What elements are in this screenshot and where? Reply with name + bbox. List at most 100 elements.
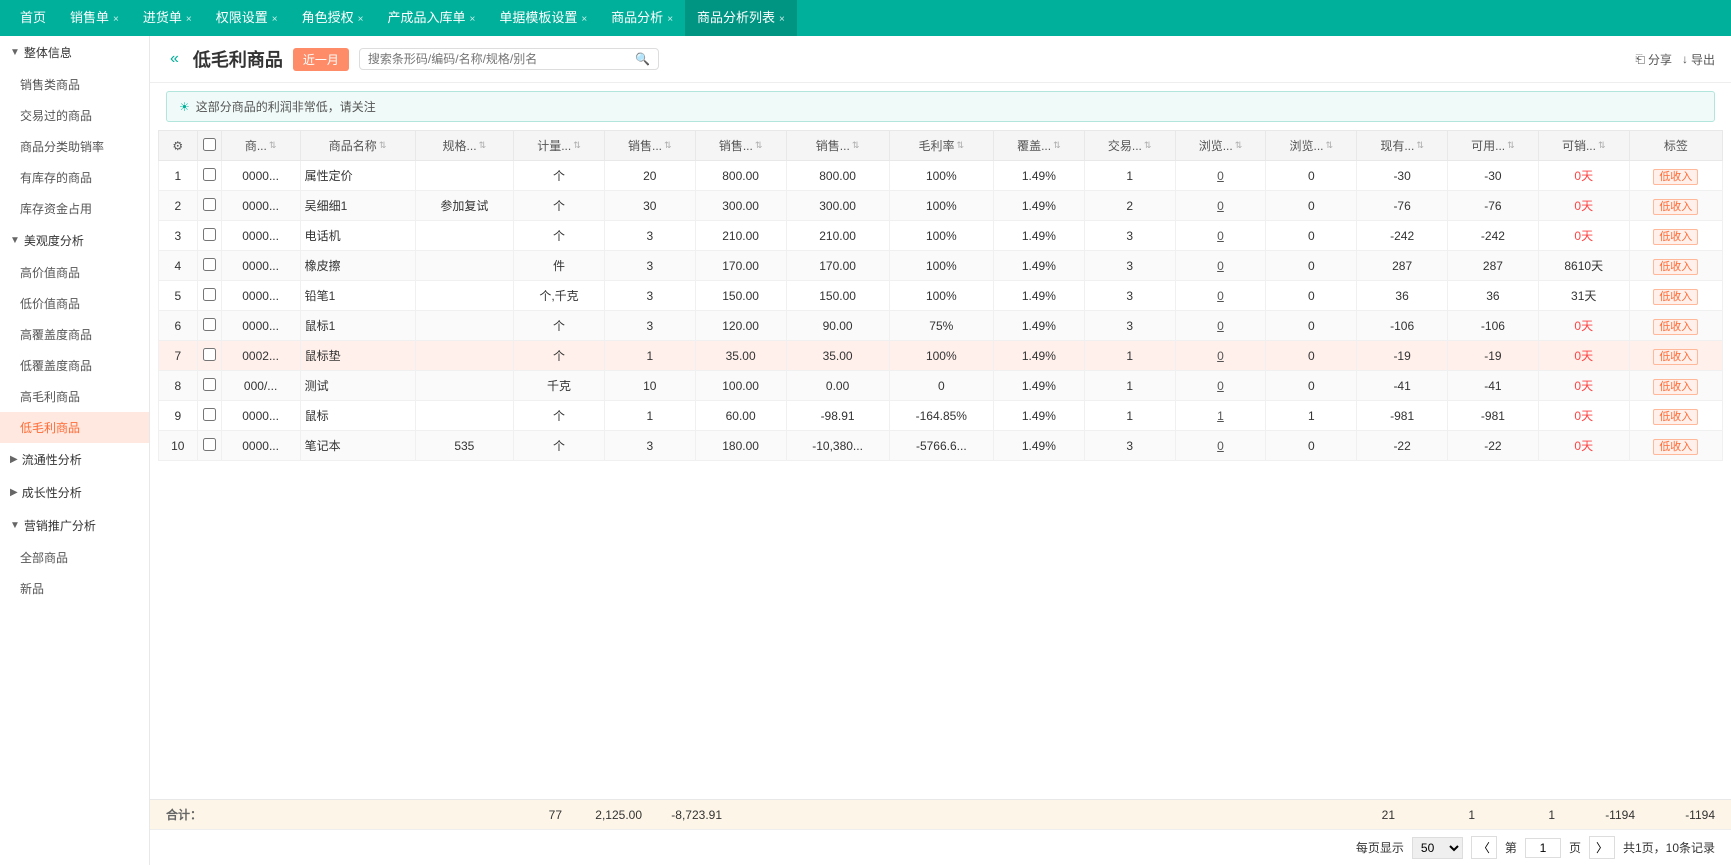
sort-icon-unit[interactable]: ⇅ (573, 140, 581, 151)
row-browse1[interactable]: 0 (1175, 371, 1266, 401)
row-checkbox[interactable] (203, 168, 216, 181)
sidebar-item-in-stock[interactable]: 有库存的商品 (0, 162, 149, 193)
nav-product-close[interactable]: × (469, 14, 475, 25)
nav-analysis-list[interactable]: 商品分析列表× (685, 0, 797, 36)
nav-product-stock[interactable]: 产成品入库单× (375, 0, 487, 36)
next-page-button[interactable]: 〉 (1589, 836, 1615, 859)
share-button[interactable]: ⎗ 分享 (1635, 51, 1672, 68)
row-checkbox[interactable] (203, 198, 216, 211)
sidebar-collapse-button[interactable]: « (166, 50, 183, 68)
sort-icon-browse1[interactable]: ⇅ (1235, 140, 1243, 151)
nav-analysis-list-close[interactable]: × (779, 14, 785, 25)
nav-permissions[interactable]: 权限设置× (204, 0, 290, 36)
row-browse1[interactable]: 1 (1175, 401, 1266, 431)
sidebar-group-growth-title[interactable]: ▶ 成长性分析 (0, 476, 149, 509)
sidebar-item-traded-goods[interactable]: 交易过的商品 (0, 100, 149, 131)
nav-analysis-close[interactable]: × (667, 14, 673, 25)
row-sales-amount: 0.00 (786, 371, 889, 401)
row-checkbox[interactable] (203, 408, 216, 421)
per-page-select[interactable]: 50 100 200 (1412, 837, 1463, 859)
sort-icon[interactable]: ⇅ (269, 140, 277, 151)
nav-role-auth[interactable]: 角色授权× (290, 0, 376, 36)
sort-icon-browse2[interactable]: ⇅ (1326, 140, 1334, 151)
date-filter-button[interactable]: 近一月 (293, 48, 349, 71)
sidebar-item-low-value[interactable]: 低价值商品 (0, 288, 149, 319)
sidebar-group-circulation-title[interactable]: ▶ 流通性分析 (0, 443, 149, 476)
row-code: 0002... (221, 341, 300, 371)
nav-purchase-close[interactable]: × (186, 14, 192, 25)
nav-sales[interactable]: 销售单× (58, 0, 131, 36)
nav-product-analysis[interactable]: 商品分析× (599, 0, 685, 36)
sidebar-item-high-margin[interactable]: 高毛利商品 (0, 381, 149, 412)
table-body: 1 0000... 属性定价 个 20 800.00 800.00 100% 1… (159, 161, 1723, 461)
row-checkbox[interactable] (203, 258, 216, 271)
sort-icon-name[interactable]: ⇅ (379, 140, 387, 151)
row-browse1[interactable]: 0 (1175, 251, 1266, 281)
row-sales-price: 180.00 (695, 431, 786, 461)
row-browse1[interactable]: 0 (1175, 161, 1266, 191)
row-checkbox[interactable] (203, 378, 216, 391)
row-name: 属性定价 (300, 161, 415, 191)
row-transaction: 1 (1084, 401, 1175, 431)
select-all-checkbox[interactable] (203, 138, 216, 151)
nav-home[interactable]: 首页 (8, 0, 58, 36)
sidebar-item-high-value[interactable]: 高价值商品 (0, 257, 149, 288)
sidebar-item-high-coverage[interactable]: 高覆盖度商品 (0, 319, 149, 350)
th-settings[interactable]: ⚙ (159, 131, 198, 161)
sidebar-group-marketing-title[interactable]: ▼ 营销推广分析 (0, 509, 149, 542)
row-no: 5 (159, 281, 198, 311)
sidebar-item-all-goods[interactable]: 全部商品 (0, 542, 149, 573)
sidebar-group-overall-title[interactable]: ▼ 整体信息 (0, 36, 149, 69)
row-code: 0000... (221, 281, 300, 311)
nav-sales-close[interactable]: × (113, 14, 119, 25)
row-browse1[interactable]: 0 (1175, 341, 1266, 371)
row-checkbox[interactable] (203, 288, 216, 301)
page-input[interactable] (1525, 838, 1561, 858)
sidebar-item-category-rate[interactable]: 商品分类助销率 (0, 131, 149, 162)
export-button[interactable]: ↓ 导出 (1682, 51, 1715, 68)
sort-icon-price[interactable]: ⇅ (755, 140, 763, 151)
th-saleable: 可销...⇅ (1538, 131, 1629, 161)
row-checkbox[interactable] (203, 318, 216, 331)
page-title: 低毛利商品 (193, 46, 283, 72)
row-browse1[interactable]: 0 (1175, 311, 1266, 341)
row-browse1[interactable]: 0 (1175, 281, 1266, 311)
sidebar-item-low-margin[interactable]: 低毛利商品 (0, 412, 149, 443)
nav-role-close[interactable]: × (358, 14, 364, 25)
sidebar-group-beauty-title[interactable]: ▼ 美观度分析 (0, 224, 149, 257)
search-icon[interactable]: 🔍 (635, 52, 650, 66)
row-browse1[interactable]: 0 (1175, 191, 1266, 221)
sort-icon-gross[interactable]: ⇅ (957, 140, 965, 151)
sort-icon-qty[interactable]: ⇅ (664, 140, 672, 151)
sidebar-item-low-coverage[interactable]: 低覆盖度商品 (0, 350, 149, 381)
search-box: 🔍 (359, 48, 659, 70)
sidebar-item-new-goods[interactable]: 新品 (0, 573, 149, 604)
sort-icon-spec[interactable]: ⇅ (479, 140, 487, 151)
sort-icon-amount[interactable]: ⇅ (852, 140, 860, 151)
row-browse2: 0 (1266, 251, 1357, 281)
sort-icon-transaction[interactable]: ⇅ (1144, 140, 1152, 151)
table-row: 6 0000... 鼠标1 个 3 120.00 90.00 75% 1.49%… (159, 311, 1723, 341)
row-checkbox[interactable] (203, 228, 216, 241)
row-transaction: 1 (1084, 371, 1175, 401)
sidebar-item-sales-goods[interactable]: 销售类商品 (0, 69, 149, 100)
prev-page-button[interactable]: 〈 (1471, 836, 1497, 859)
sort-icon-coverage[interactable]: ⇅ (1053, 140, 1061, 151)
row-checkbox[interactable] (203, 438, 216, 451)
sort-icon-avail[interactable]: ⇅ (1507, 140, 1515, 151)
sort-icon-stock[interactable]: ⇅ (1416, 140, 1424, 151)
row-browse1[interactable]: 0 (1175, 221, 1266, 251)
row-checkbox[interactable] (203, 348, 216, 361)
row-available: -242 (1448, 221, 1539, 251)
nav-permissions-close[interactable]: × (272, 14, 278, 25)
row-browse1[interactable]: 0 (1175, 431, 1266, 461)
search-input[interactable] (368, 52, 631, 66)
nav-template-close[interactable]: × (581, 14, 587, 25)
row-sales-amount: -98.91 (786, 401, 889, 431)
row-spec (415, 281, 514, 311)
nav-purchase[interactable]: 进货单× (131, 0, 204, 36)
sidebar-item-stock-capital[interactable]: 库存资金占用 (0, 193, 149, 224)
sort-icon-saleable[interactable]: ⇅ (1598, 140, 1606, 151)
nav-template-settings[interactable]: 单据模板设置× (487, 0, 599, 36)
row-sales-amount: 150.00 (786, 281, 889, 311)
